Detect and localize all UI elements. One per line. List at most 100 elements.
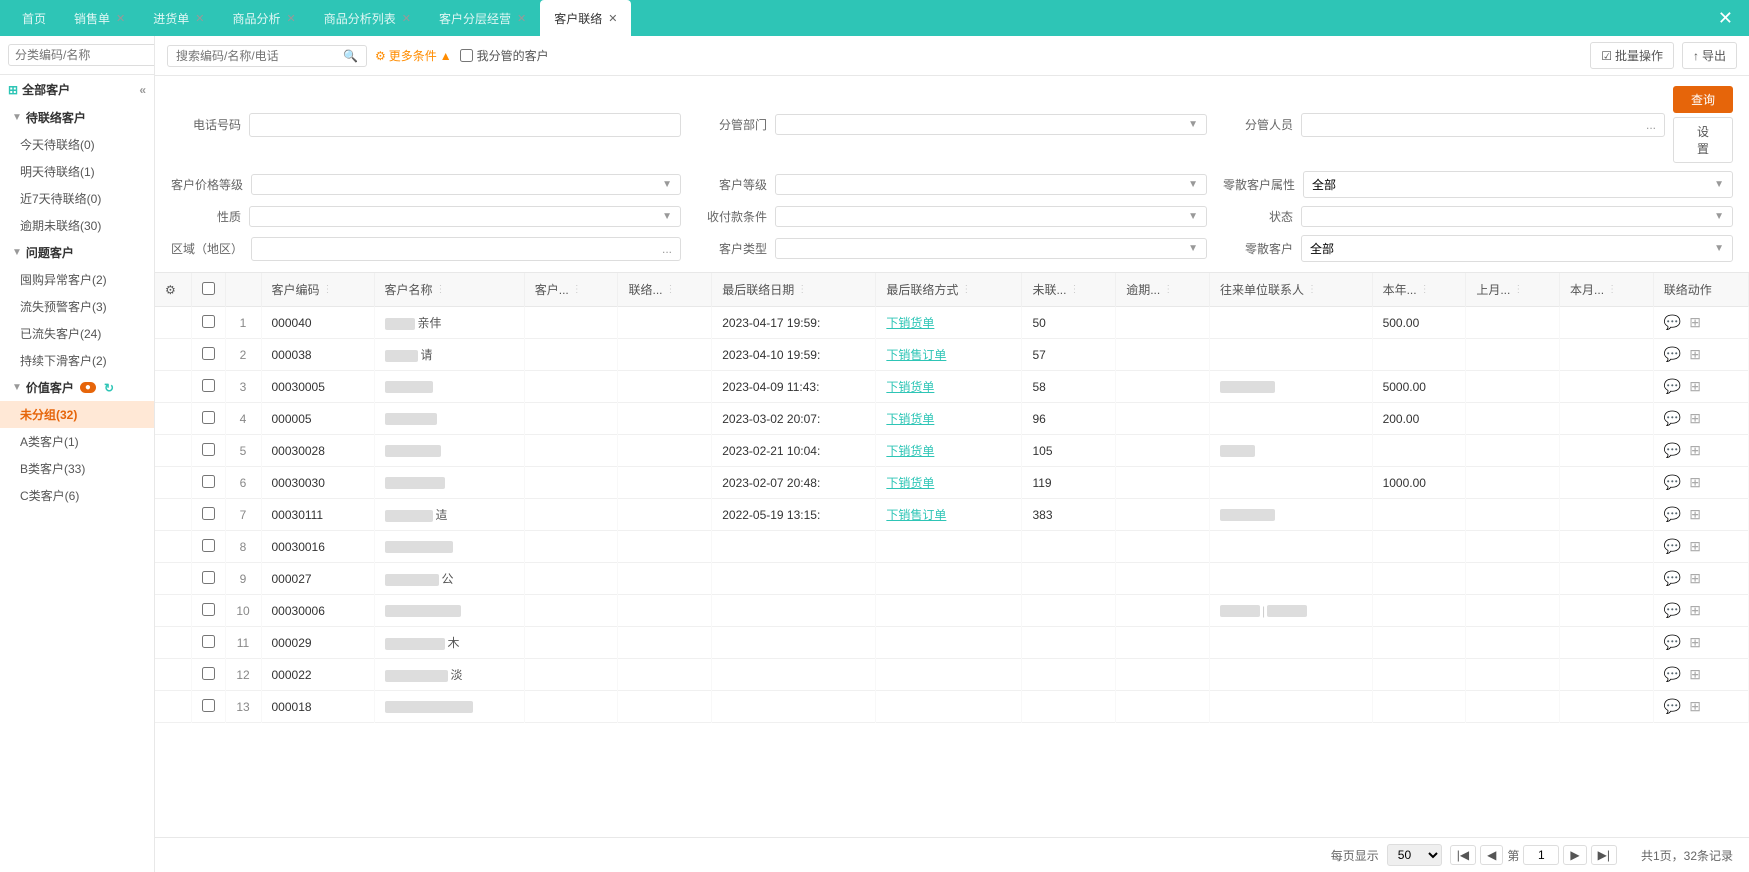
reset-button[interactable]: 设置 xyxy=(1673,117,1733,163)
search-icon[interactable]: 🔍 xyxy=(343,49,358,63)
grid-action-icon[interactable]: ⊞ xyxy=(1689,634,1701,651)
chat-icon[interactable]: 💬 xyxy=(1664,506,1681,523)
th-code[interactable]: 客户编码 ⋮ xyxy=(261,273,374,307)
sidebar-item-class-c[interactable]: C类客户(6) xyxy=(0,482,154,509)
next-page-btn[interactable]: ▶ xyxy=(1563,845,1586,865)
chat-icon[interactable]: 💬 xyxy=(1664,346,1681,363)
retail-customer-select[interactable]: 全部 ▼ xyxy=(1301,235,1733,262)
grid-action-icon[interactable]: ⊞ xyxy=(1689,378,1701,395)
th-type[interactable]: 客户... ⋮ xyxy=(524,273,618,307)
th-contact[interactable]: 联络... ⋮ xyxy=(618,273,712,307)
row-checkbox[interactable] xyxy=(202,699,215,712)
chat-icon[interactable]: 💬 xyxy=(1664,602,1681,619)
per-page-select[interactable]: 50 100 200 xyxy=(1387,844,1442,866)
refresh-icon[interactable]: ↻ xyxy=(104,381,114,395)
export-btn[interactable]: ↑ 导出 xyxy=(1682,42,1737,69)
sidebar-item-declining[interactable]: 持续下滑客户(2) xyxy=(0,347,154,374)
sidebar-item-churn-warning[interactable]: 流失预警客户(3) xyxy=(0,293,154,320)
sidebar-group-pending[interactable]: ▼ 待联络客户 xyxy=(0,104,154,131)
th-company-contact[interactable]: 往来单位联系人 ⋮ xyxy=(1209,273,1372,307)
more-conditions-btn[interactable]: ⚙ 更多条件 ▲ xyxy=(375,47,452,64)
grid-action-icon[interactable]: ⊞ xyxy=(1689,602,1701,619)
phone-input[interactable] xyxy=(249,113,681,137)
payment-select[interactable]: ▼ xyxy=(775,206,1207,227)
search-button[interactable]: 查询 xyxy=(1673,86,1733,113)
grid-action-icon[interactable]: ⊞ xyxy=(1689,538,1701,555)
grid-action-icon[interactable]: ⊞ xyxy=(1689,474,1701,491)
sidebar-item-tomorrow[interactable]: 明天待联络(1) xyxy=(0,158,154,185)
tab-product-analysis[interactable]: 商品分析 ✕ xyxy=(218,0,309,36)
resize-handle-name[interactable]: ⋮ xyxy=(436,284,446,295)
resize-handle-company[interactable]: ⋮ xyxy=(1307,284,1317,295)
resize-handle-last-month[interactable]: ⋮ xyxy=(1513,284,1523,295)
dept-select[interactable]: ▼ xyxy=(775,114,1207,135)
td-check[interactable] xyxy=(191,467,225,499)
sidebar-item-ungroup[interactable]: 未分组(32) xyxy=(0,401,154,428)
sidebar-item-today[interactable]: 今天待联络(0) xyxy=(0,131,154,158)
th-last-month[interactable]: 上月... ⋮ xyxy=(1466,273,1560,307)
resize-handle-overdue[interactable]: ⋮ xyxy=(1163,284,1173,295)
row-checkbox[interactable] xyxy=(202,315,215,328)
chat-icon[interactable]: 💬 xyxy=(1664,410,1681,427)
td-check[interactable] xyxy=(191,435,225,467)
person-select[interactable]: ... xyxy=(1301,113,1665,137)
region-select[interactable]: ... xyxy=(251,237,681,261)
td-check[interactable] xyxy=(191,531,225,563)
td-check[interactable] xyxy=(191,627,225,659)
last-method-link[interactable]: 下销售订单 xyxy=(886,348,946,362)
td-check[interactable] xyxy=(191,691,225,723)
td-check[interactable] xyxy=(191,563,225,595)
td-check[interactable] xyxy=(191,307,225,339)
price-select[interactable]: ▼ xyxy=(251,174,681,195)
resize-handle-this-month[interactable]: ⋮ xyxy=(1607,284,1617,295)
chat-icon[interactable]: 💬 xyxy=(1664,666,1681,683)
grid-action-icon[interactable]: ⊞ xyxy=(1689,442,1701,459)
last-method-link[interactable]: 下销售订单 xyxy=(886,508,946,522)
retail-attr-select[interactable]: 全部 ▼ xyxy=(1303,171,1733,198)
tab-product-analysis-close[interactable]: ✕ xyxy=(287,12,296,25)
chat-icon[interactable]: 💬 xyxy=(1664,442,1681,459)
chat-icon[interactable]: 💬 xyxy=(1664,474,1681,491)
tab-product-analysis-list[interactable]: 商品分析列表 ✕ xyxy=(310,0,425,36)
row-checkbox[interactable] xyxy=(202,507,215,520)
td-check[interactable] xyxy=(191,339,225,371)
sidebar-item-7days[interactable]: 近7天待联络(0) xyxy=(0,185,154,212)
window-close-button[interactable]: ✕ xyxy=(1710,8,1741,29)
status-select[interactable]: ▼ xyxy=(1301,206,1733,227)
row-checkbox[interactable] xyxy=(202,603,215,616)
tab-purchase[interactable]: 进货单 ✕ xyxy=(139,0,218,36)
row-checkbox[interactable] xyxy=(202,667,215,680)
grid-action-icon[interactable]: ⊞ xyxy=(1689,698,1701,715)
chat-icon[interactable]: 💬 xyxy=(1664,634,1681,651)
sidebar-search-input[interactable] xyxy=(8,44,155,66)
my-customers-checkbox-label[interactable]: 我分管的客户 xyxy=(460,47,549,64)
grid-action-icon[interactable]: ⊞ xyxy=(1689,666,1701,683)
tab-sales-close[interactable]: ✕ xyxy=(116,12,125,25)
select-all-checkbox[interactable] xyxy=(202,282,215,295)
resize-handle-not-contacted[interactable]: ⋮ xyxy=(1069,284,1079,295)
last-method-link[interactable]: 下销货单 xyxy=(886,476,934,490)
td-check[interactable] xyxy=(191,499,225,531)
sidebar-item-overdue[interactable]: 逾期未联络(30) xyxy=(0,212,154,239)
last-method-link[interactable]: 下销货单 xyxy=(886,380,934,394)
chat-icon[interactable]: 💬 xyxy=(1664,314,1681,331)
th-settings[interactable]: ⚙ xyxy=(155,273,191,307)
person-dots[interactable]: ... xyxy=(1646,118,1656,132)
chat-icon[interactable]: 💬 xyxy=(1664,570,1681,587)
sidebar-all-customers[interactable]: ⊞ 全部客户 « xyxy=(0,75,154,104)
tab-home[interactable]: 首页 xyxy=(8,0,60,36)
batch-operation-btn[interactable]: ☑ 批量操作 xyxy=(1590,42,1674,69)
row-checkbox[interactable] xyxy=(202,635,215,648)
tab-customer-contact-close[interactable]: ✕ xyxy=(608,12,617,25)
row-checkbox[interactable] xyxy=(202,443,215,456)
ctype-select[interactable]: ▼ xyxy=(775,238,1207,259)
th-not-contacted[interactable]: 未联... ⋮ xyxy=(1022,273,1116,307)
chat-icon[interactable]: 💬 xyxy=(1664,698,1681,715)
tab-product-analysis-list-close[interactable]: ✕ xyxy=(402,12,411,25)
row-checkbox[interactable] xyxy=(202,379,215,392)
my-customers-checkbox[interactable] xyxy=(460,49,473,62)
resize-handle-code[interactable]: ⋮ xyxy=(323,284,333,295)
sidebar-collapse-icon[interactable]: « xyxy=(139,83,146,97)
sidebar-item-churned[interactable]: 已流失客户(24) xyxy=(0,320,154,347)
settings-icon[interactable]: ⚙ xyxy=(165,283,176,297)
